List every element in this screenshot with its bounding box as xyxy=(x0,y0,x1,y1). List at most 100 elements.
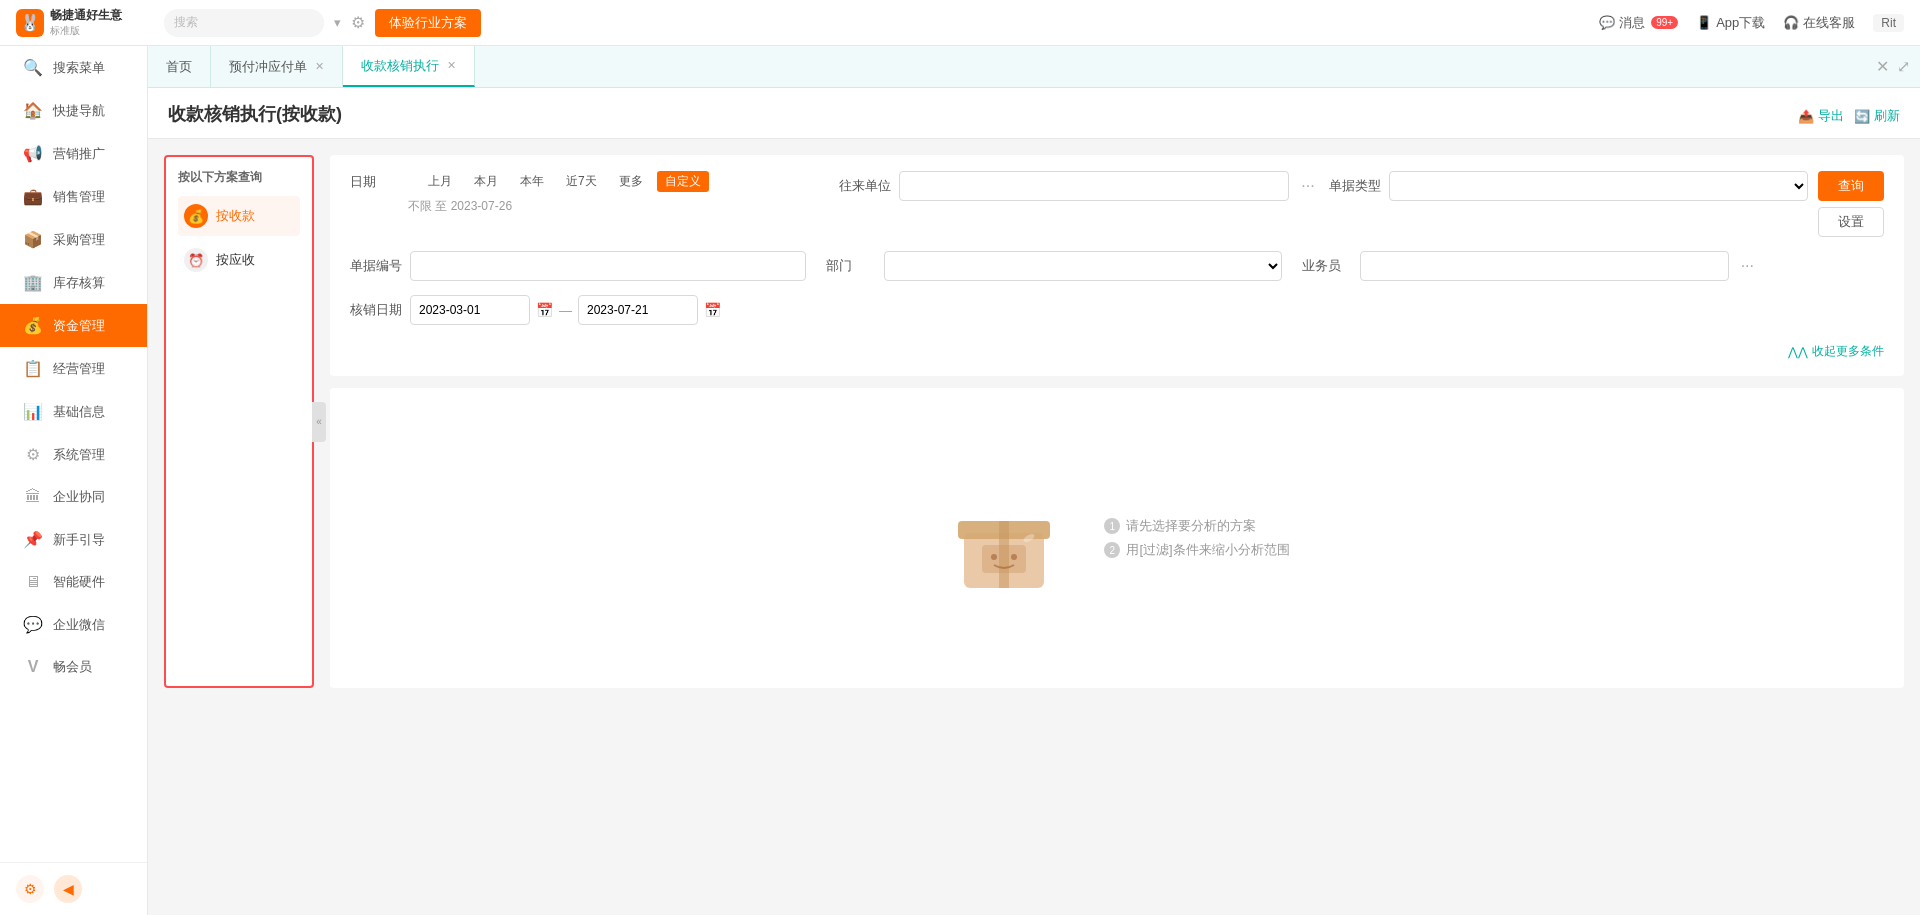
sidebar-label-system: 系统管理 xyxy=(53,446,105,464)
hint2-text: 用[过滤]条件来缩小分析范围 xyxy=(1126,541,1289,559)
tab-prepay[interactable]: 预付冲应付单 ✕ xyxy=(211,46,343,87)
partner-input[interactable] xyxy=(899,171,1289,201)
hardware-icon: 🖥 xyxy=(23,573,43,591)
topbar-search-box[interactable]: 搜索 xyxy=(164,9,324,37)
sidebar-item-enterprise[interactable]: 🏛 企业协同 xyxy=(0,476,147,518)
app-label: App下载 xyxy=(1716,14,1765,32)
sidebar-item-system[interactable]: ⚙ 系统管理 xyxy=(0,433,147,476)
tab-receipt-label: 收款核销执行 xyxy=(361,57,439,75)
service-btn[interactable]: 🎧 在线客服 xyxy=(1783,14,1855,32)
user-name[interactable]: Rit xyxy=(1873,14,1904,32)
service-label: 在线客服 xyxy=(1803,14,1855,32)
industry-btn[interactable]: 体验行业方案 xyxy=(375,9,481,37)
business-group: 业务员 ··· xyxy=(1302,251,1758,281)
filter-by-receipt[interactable]: 💰 按收款 xyxy=(178,196,300,236)
date-pill-custom[interactable]: 自定义 xyxy=(657,171,709,192)
business-icon: 📋 xyxy=(23,359,43,378)
sidebar-label-purchase: 采购管理 xyxy=(53,231,105,249)
sidebar-settings-btn[interactable]: ⚙ xyxy=(16,875,44,903)
form-row-3: 核销日期 📅 — 📅 xyxy=(350,295,1884,325)
tab-close-all-icon[interactable]: ✕ xyxy=(1876,57,1889,76)
verify-date-group: 核销日期 📅 — 📅 xyxy=(350,295,813,325)
sidebar-label-guide: 新手引导 xyxy=(53,531,105,549)
sidebar-item-finance[interactable]: 💰 资金管理 xyxy=(0,304,147,347)
empty-illustration xyxy=(944,483,1064,593)
filter-receivable-label: 按应收 xyxy=(216,251,255,269)
tab-prepay-close[interactable]: ✕ xyxy=(315,60,324,73)
doctype-select[interactable] xyxy=(1389,171,1808,201)
topbar-dropdown-icon[interactable]: ▾ xyxy=(334,15,341,30)
sidebar-item-business[interactable]: 📋 经营管理 xyxy=(0,347,147,390)
tab-receipt[interactable]: 收款核销执行 ✕ xyxy=(343,46,475,87)
empty-hints: 1 请先选择要分析的方案 2 用[过滤]条件来缩小分析范围 xyxy=(1104,517,1289,559)
sidebar-label-wechat: 企业微信 xyxy=(53,616,105,634)
hint1-badge: 1 xyxy=(1104,518,1120,534)
verify-date-start[interactable] xyxy=(410,295,530,325)
member-icon: V xyxy=(23,658,43,676)
sidebar-item-wechat[interactable]: 💬 企业微信 xyxy=(0,603,147,646)
filter-by-receivable[interactable]: ⏰ 按应收 xyxy=(178,240,300,280)
tab-receipt-close[interactable]: ✕ xyxy=(447,59,456,72)
tab-home[interactable]: 首页 xyxy=(148,46,211,87)
sidebar-label-hardware: 智能硬件 xyxy=(53,573,105,591)
sidebar-item-inventory[interactable]: 🏢 库存核算 xyxy=(0,261,147,304)
dept-label: 部门 xyxy=(826,257,876,275)
partner-ellipsis[interactable]: ··· xyxy=(1297,177,1318,195)
content-area: 按以下方案查询 💰 按收款 ⏰ 按应收 « 日期 xyxy=(148,139,1920,704)
message-btn[interactable]: 💬 消息 99+ xyxy=(1599,14,1678,32)
sidebar: 🔍 搜索菜单 🏠 快捷导航 📢 营销推广 💼 销售管理 📦 采购管理 🏢 库存核… xyxy=(0,46,148,915)
docno-group: 单据编号 xyxy=(350,251,806,281)
business-input[interactable] xyxy=(1360,251,1729,281)
enterprise-icon: 🏛 xyxy=(23,488,43,506)
sidebar-item-marketing[interactable]: 📢 营销推广 xyxy=(0,132,147,175)
collapse-icon: ⋀⋀ xyxy=(1788,345,1808,359)
query-btn[interactable]: 查询 xyxy=(1818,171,1884,201)
collapse-btn[interactable]: ⋀⋀ 收起更多条件 xyxy=(1788,343,1884,360)
svg-point-5 xyxy=(1011,554,1017,560)
docno-input[interactable] xyxy=(410,251,806,281)
date-pill-this-month[interactable]: 本月 xyxy=(466,171,506,192)
filter-panel-title: 按以下方案查询 xyxy=(178,169,300,186)
hint2-badge: 2 xyxy=(1104,542,1120,558)
sidebar-label-finance: 资金管理 xyxy=(53,317,105,335)
verify-date-start-icon[interactable]: 📅 xyxy=(536,302,553,318)
sidebar-label-quick: 快捷导航 xyxy=(53,102,105,120)
message-icon: 💬 xyxy=(1599,15,1615,30)
tab-maximize-icon[interactable]: ⤢ xyxy=(1897,57,1910,76)
svg-point-4 xyxy=(991,554,997,560)
date-pill-this-year[interactable]: 本年 xyxy=(512,171,552,192)
verify-date-end[interactable] xyxy=(578,295,698,325)
topbar-center: 搜索 ▾ ⚙ 体验行业方案 xyxy=(164,9,1599,37)
sidebar-item-basic[interactable]: 📊 基础信息 xyxy=(0,390,147,433)
filter-panel-collapse-btn[interactable]: « xyxy=(312,402,326,442)
app-download-btn[interactable]: 📱 App下载 xyxy=(1696,14,1765,32)
export-btn[interactable]: 📤 导出 xyxy=(1798,107,1844,125)
refresh-btn[interactable]: 🔄 刷新 xyxy=(1854,107,1900,125)
dept-select[interactable] xyxy=(884,251,1282,281)
date-row: 日期 上月 本月 本年 近7天 更多 自定义 xyxy=(350,171,829,192)
sidebar-item-guide[interactable]: 📌 新手引导 xyxy=(0,518,147,561)
action-buttons: 查询 设置 xyxy=(1818,171,1884,237)
sidebar-item-search[interactable]: 🔍 搜索菜单 xyxy=(0,46,147,89)
sidebar-label-basic: 基础信息 xyxy=(53,403,105,421)
sidebar-item-quick[interactable]: 🏠 快捷导航 xyxy=(0,89,147,132)
business-ellipsis[interactable]: ··· xyxy=(1737,257,1758,275)
sidebar-item-purchase[interactable]: 📦 采购管理 xyxy=(0,218,147,261)
topbar-settings-icon[interactable]: ⚙ xyxy=(351,13,365,32)
filter-receivable-icon: ⏰ xyxy=(184,248,208,272)
date-pill-7days[interactable]: 近7天 xyxy=(558,171,605,192)
sidebar-item-sales[interactable]: 💼 销售管理 xyxy=(0,175,147,218)
sidebar-item-hardware[interactable]: 🖥 智能硬件 xyxy=(0,561,147,603)
verify-date-end-icon[interactable]: 📅 xyxy=(704,302,721,318)
sidebar-item-member[interactable]: V 畅会员 xyxy=(0,646,147,688)
dept-group: 部门 xyxy=(826,251,1282,281)
date-pill-last-month[interactable]: 上月 xyxy=(420,171,460,192)
doctype-label: 单据类型 xyxy=(1329,177,1381,195)
date-pill-more[interactable]: 更多 xyxy=(611,171,651,192)
topbar-right: 💬 消息 99+ 📱 App下载 🎧 在线客服 Rit xyxy=(1599,14,1904,32)
sidebar-collapse-btn[interactable]: ◀ xyxy=(54,875,82,903)
inventory-icon: 🏢 xyxy=(23,273,43,292)
settings-btn[interactable]: 设置 xyxy=(1818,207,1884,237)
topbar: 🐰 畅捷通好生意 标准版 搜索 ▾ ⚙ 体验行业方案 💬 消息 99+ 📱 Ap… xyxy=(0,0,1920,46)
message-label: 消息 xyxy=(1619,14,1645,32)
